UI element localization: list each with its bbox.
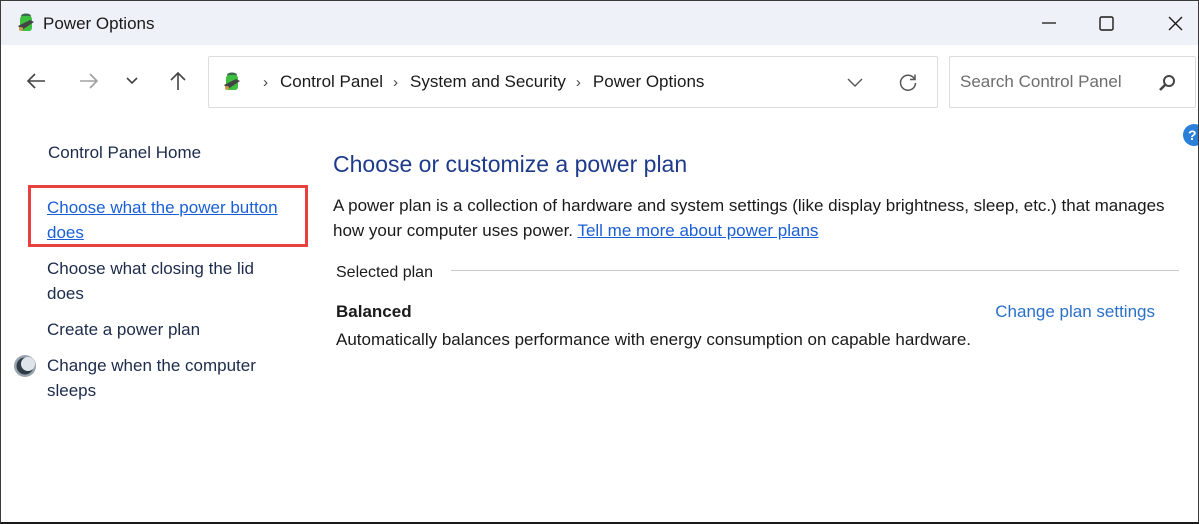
refresh-button[interactable] <box>895 70 921 96</box>
page-title: Choose or customize a power plan <box>333 151 688 177</box>
search-box <box>949 56 1196 108</box>
close-button[interactable] <box>1147 1 1198 45</box>
power-options-icon <box>224 72 240 90</box>
arrow-left-icon <box>26 73 45 89</box>
breadcrumb-control-panel[interactable]: Control Panel <box>280 72 383 92</box>
arrow-up-icon <box>170 71 186 90</box>
minimize-button[interactable] <box>1021 1 1077 45</box>
breadcrumb: › Control Panel › System and Security › … <box>253 72 704 92</box>
sidebar-item-control-panel-home[interactable]: Control Panel Home <box>48 143 201 163</box>
search-icon[interactable] <box>1157 73 1177 93</box>
sidebar-item-power-button[interactable]: Choose what the power button does <box>47 195 297 245</box>
arrow-right-icon <box>80 73 99 89</box>
refresh-icon <box>899 74 917 91</box>
page-description: A power plan is a collection of hardware… <box>333 193 1193 243</box>
maximize-button[interactable] <box>1078 1 1134 45</box>
address-history-button[interactable] <box>843 71 867 95</box>
title-bar: Power Options <box>1 1 1198 45</box>
forward-button[interactable] <box>74 66 104 96</box>
sidebar-item-create-plan[interactable]: Create a power plan <box>47 317 297 342</box>
breadcrumb-separator[interactable]: › <box>576 74 581 91</box>
chevron-down-icon <box>847 78 863 87</box>
selected-plan-label: Selected plan <box>336 264 433 281</box>
sleep-moon-icon <box>14 355 36 377</box>
power-options-icon <box>18 13 34 31</box>
plan-name: Balanced <box>336 302 412 321</box>
close-icon <box>1168 16 1182 30</box>
power-options-window: Power Options › Control Panel › System a… <box>0 0 1199 524</box>
sidebar: Control Panel Home Choose what the power… <box>1 121 311 521</box>
group-divider <box>451 270 1179 271</box>
recent-locations-button[interactable] <box>117 66 147 96</box>
chevron-down-icon <box>126 77 138 85</box>
navigation-bar: › Control Panel › System and Security › … <box>1 45 1198 121</box>
help-button[interactable]: ? <box>1183 124 1198 146</box>
minimize-icon <box>1042 22 1056 24</box>
breadcrumb-system-and-security[interactable]: System and Security <box>410 72 566 92</box>
maximize-icon <box>1098 15 1114 31</box>
sidebar-item-computer-sleeps[interactable]: Change when the computer sleeps <box>47 353 287 403</box>
breadcrumb-separator[interactable]: › <box>393 74 398 91</box>
sidebar-item-closing-lid[interactable]: Choose what closing the lid does <box>47 256 292 306</box>
search-input[interactable] <box>960 70 1150 94</box>
up-button[interactable] <box>163 66 193 96</box>
plan-description: Automatically balances performance with … <box>336 330 972 349</box>
address-bar[interactable]: › Control Panel › System and Security › … <box>208 56 938 108</box>
window-title: Power Options <box>43 14 155 33</box>
breadcrumb-power-options[interactable]: Power Options <box>593 72 705 92</box>
breadcrumb-separator[interactable]: › <box>263 74 268 91</box>
learn-more-link[interactable]: Tell me more about power plans <box>577 221 818 240</box>
change-plan-settings-link[interactable]: Change plan settings <box>995 302 1155 322</box>
back-button[interactable] <box>21 66 51 96</box>
